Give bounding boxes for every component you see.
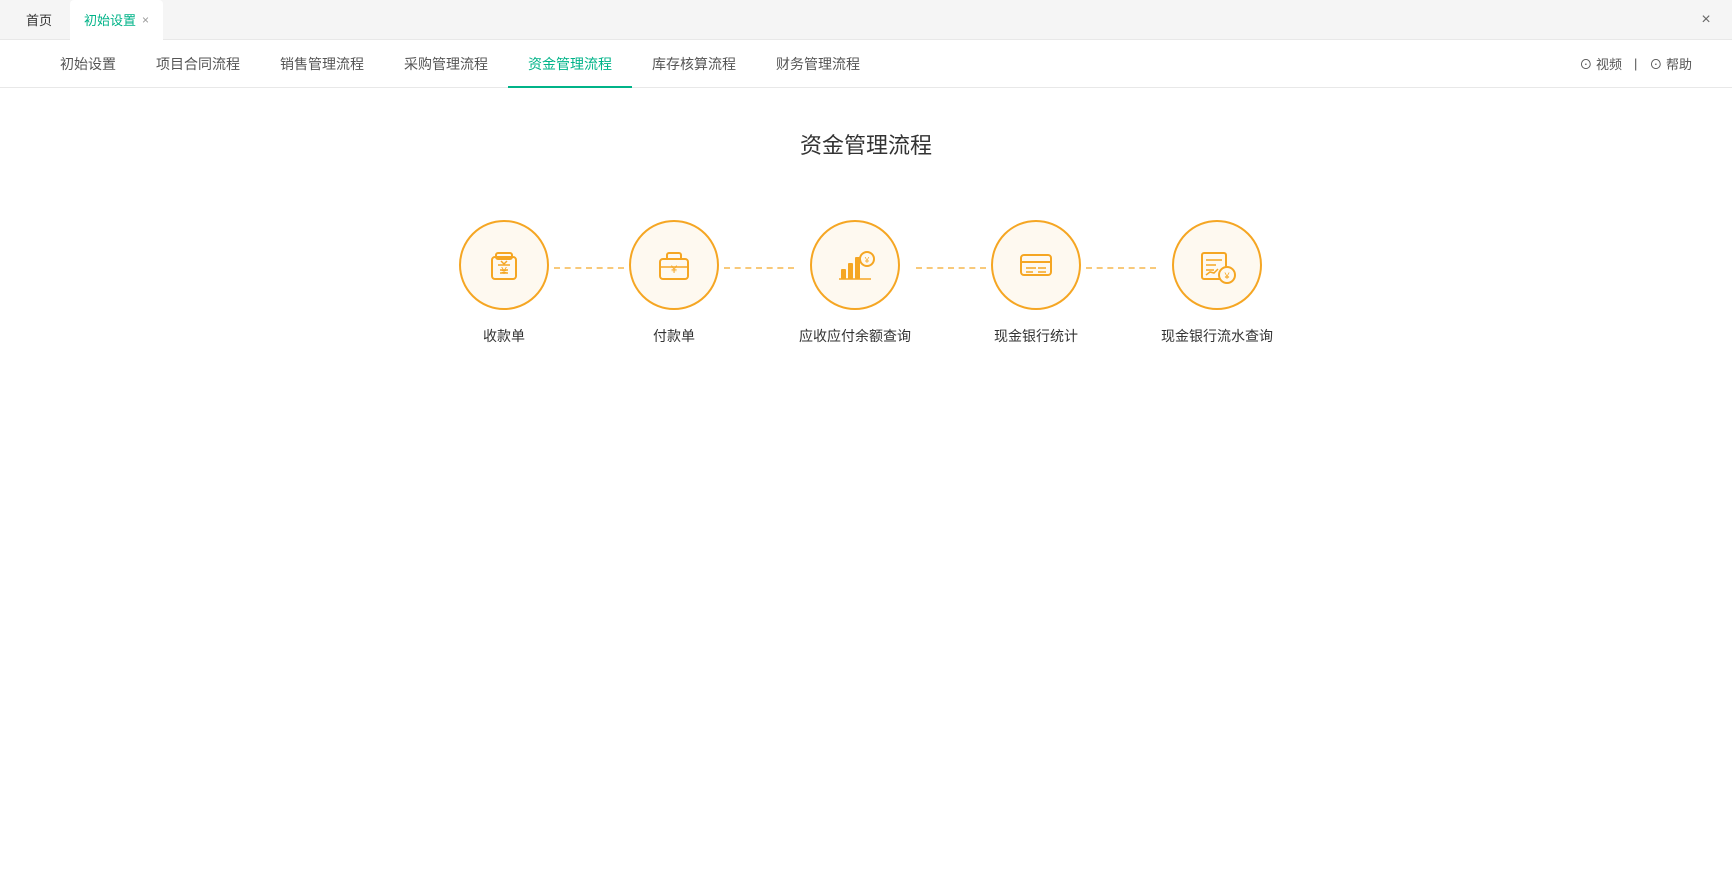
svg-text:¥: ¥ bbox=[864, 256, 870, 265]
flow-connector-3 bbox=[911, 267, 991, 269]
svg-text:¥: ¥ bbox=[670, 264, 678, 276]
help-link[interactable]: ⊙ 帮助 bbox=[1649, 54, 1692, 73]
nav-item-finance[interactable]: 资金管理流程 bbox=[508, 40, 632, 88]
window-close-button[interactable]: × bbox=[1692, 6, 1720, 34]
tab-home-label: 首页 bbox=[26, 10, 52, 29]
flow-circle-balance: ¥ bbox=[810, 220, 900, 310]
tab-initial-setup-label: 初始设置 bbox=[84, 10, 136, 29]
flow-connector-4 bbox=[1081, 267, 1161, 269]
payment-yen-icon: ¥ bbox=[652, 243, 696, 287]
nav-item-accounting[interactable]: 财务管理流程 bbox=[756, 40, 880, 88]
top-bar: 首页 初始设置 × × bbox=[0, 0, 1732, 40]
nav-item-inventory[interactable]: 库存核算流程 bbox=[632, 40, 756, 88]
flow-label-balance: 应收应付余额查询 bbox=[799, 326, 911, 346]
page-title: 资金管理流程 bbox=[60, 128, 1672, 160]
flow-label-bank-flow: 现金银行流水查询 bbox=[1161, 326, 1273, 346]
flow-circle-bank-flow: ¥ bbox=[1172, 220, 1262, 310]
flow-label-receipt: 收款单 bbox=[483, 326, 525, 346]
nav-item-project[interactable]: 项目合同流程 bbox=[136, 40, 260, 88]
flow-connector-2 bbox=[719, 267, 799, 269]
top-bar-right: × bbox=[1692, 6, 1720, 34]
nav-bar: 初始设置 项目合同流程 销售管理流程 采购管理流程 资金管理流程 库存核算流程 … bbox=[0, 40, 1732, 88]
svg-text:¥: ¥ bbox=[1223, 271, 1230, 281]
flow-connector-1 bbox=[549, 267, 629, 269]
flow-circle-receipt: ¥ bbox=[459, 220, 549, 310]
nav-item-purchase[interactable]: 采购管理流程 bbox=[384, 40, 508, 88]
bank-stats-icon bbox=[1014, 243, 1058, 287]
nav-right: ⊙ 视频 | ⊙ 帮助 bbox=[1579, 54, 1692, 73]
svg-text:¥: ¥ bbox=[500, 266, 507, 277]
flow-container: ¥ 收款单 ¥ bbox=[60, 220, 1672, 346]
flow-item-payment[interactable]: ¥ 付款单 bbox=[629, 220, 719, 346]
tab-initial-setup[interactable]: 初始设置 × bbox=[70, 0, 163, 40]
flow-item-bank-flow[interactable]: ¥ 现金银行流水查询 bbox=[1161, 220, 1273, 346]
flow-circle-payment: ¥ bbox=[629, 220, 719, 310]
tab-close-icon[interactable]: × bbox=[142, 13, 149, 27]
video-link[interactable]: ⊙ 视频 bbox=[1579, 54, 1622, 73]
flow-label-bank-stats: 现金银行统计 bbox=[994, 326, 1078, 346]
flow-item-receipt[interactable]: ¥ 收款单 bbox=[459, 220, 549, 346]
flow-label-payment: 付款单 bbox=[653, 326, 695, 346]
nav-item-sales[interactable]: 销售管理流程 bbox=[260, 40, 384, 88]
balance-query-icon: ¥ bbox=[833, 243, 877, 287]
bank-flow-icon: ¥ bbox=[1195, 243, 1239, 287]
flow-circle-bank-stats bbox=[991, 220, 1081, 310]
main-content: 资金管理流程 ¥ 收款单 bbox=[0, 88, 1732, 386]
flow-item-balance[interactable]: ¥ 应收应付余额查询 bbox=[799, 220, 911, 346]
nav-separator: | bbox=[1634, 56, 1637, 71]
tab-home[interactable]: 首页 bbox=[12, 0, 66, 40]
nav-item-initial[interactable]: 初始设置 bbox=[40, 40, 136, 88]
receipt-yen-icon: ¥ bbox=[482, 243, 526, 287]
flow-item-bank-stats[interactable]: 现金银行统计 bbox=[991, 220, 1081, 346]
